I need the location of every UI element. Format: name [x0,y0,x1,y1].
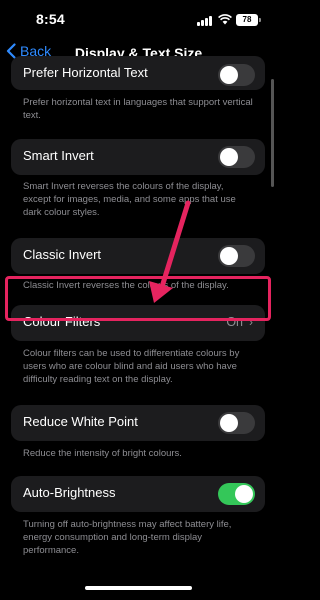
status-bar: 8:54 78 [0,0,277,38]
auto-brightness-toggle[interactable] [218,483,255,505]
row-label: Smart Invert [23,148,94,163]
prefer-horizontal-text-toggle[interactable] [218,64,255,86]
toggle-knob [220,247,238,265]
smart-invert-description: Smart Invert reverses the colours of the… [23,181,236,218]
wifi-icon [218,14,232,25]
toggle-knob [220,414,238,432]
smart-invert-row[interactable]: Smart Invert [11,139,265,175]
cellular-signal-icon [197,16,214,26]
row-label: Reduce White Point [23,414,138,429]
row-label: Auto-Brightness [23,485,116,500]
classic-invert-toggle[interactable] [218,245,255,267]
toggle-knob [235,485,253,503]
toggle-knob [220,148,238,166]
auto-brightness-description: Turning off auto-brightness may affect b… [23,519,232,556]
smart-invert-toggle[interactable] [218,146,255,168]
reduce-white-point-row[interactable]: Reduce White Point [11,405,265,441]
prefer-horizontal-text-row[interactable]: Prefer Horizontal Text [11,56,265,90]
toggle-knob [220,66,238,84]
classic-invert-row[interactable]: Classic Invert [11,238,265,274]
reduce-white-point-description: Reduce the intensity of bright colours. [23,448,182,459]
status-time: 8:54 [36,11,65,27]
colour-filters-highlight-box [5,276,271,321]
row-label: Classic Invert [23,247,102,262]
prefer-horizontal-text-description: Prefer horizontal text in languages that… [23,97,253,121]
auto-brightness-row[interactable]: Auto-Brightness [11,476,265,512]
colour-filters-description: Colour filters can be used to differenti… [23,348,240,385]
scrollbar[interactable] [271,79,274,187]
reduce-white-point-toggle[interactable] [218,412,255,434]
home-indicator[interactable] [85,586,192,590]
row-label: Prefer Horizontal Text [23,65,148,80]
battery-icon: 78 [236,14,261,26]
